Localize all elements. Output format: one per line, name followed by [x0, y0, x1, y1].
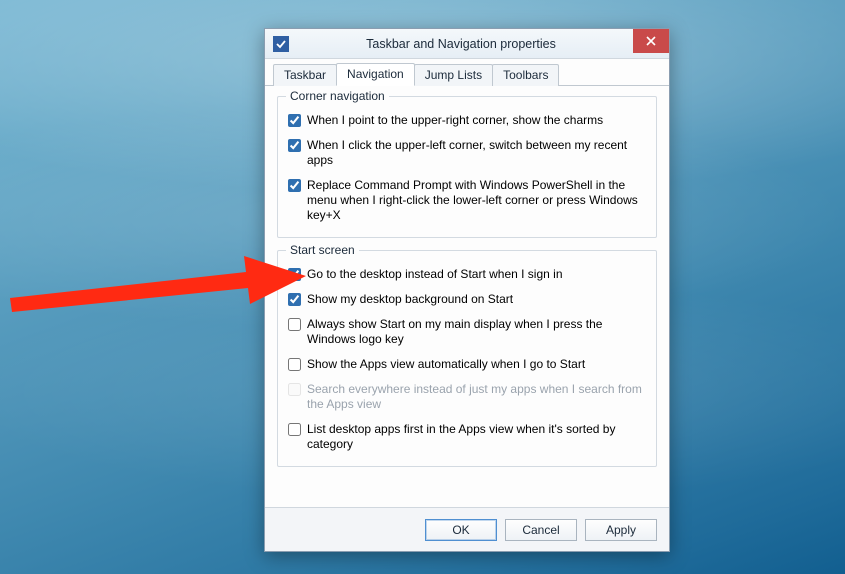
- checkbox-charms[interactable]: [288, 114, 301, 127]
- tab-navigation[interactable]: Navigation: [336, 63, 415, 86]
- tab-strip: Taskbar Navigation Jump Lists Toolbars: [265, 59, 669, 86]
- window-sysicon: [273, 36, 289, 52]
- group-start-screen: Start screen Go to the desktop instead o…: [277, 250, 657, 467]
- group-legend-start: Start screen: [286, 243, 359, 257]
- label-main-display: Always show Start on my main display whe…: [307, 317, 646, 347]
- checkbox-apps-view-auto[interactable]: [288, 358, 301, 371]
- label-powershell: Replace Command Prompt with Windows Powe…: [307, 178, 646, 223]
- option-main-display[interactable]: Always show Start on my main display whe…: [288, 317, 646, 347]
- checkbox-recent-apps[interactable]: [288, 139, 301, 152]
- option-powershell[interactable]: Replace Command Prompt with Windows Powe…: [288, 178, 646, 223]
- properties-window: Taskbar and Navigation properties Taskba…: [264, 28, 670, 552]
- checkbox-desktop-bg-on-start[interactable]: [288, 293, 301, 306]
- close-button[interactable]: [633, 29, 669, 53]
- label-recent-apps: When I click the upper-left corner, swit…: [307, 138, 646, 168]
- checkbox-main-display[interactable]: [288, 318, 301, 331]
- checkbox-powershell[interactable]: [288, 179, 301, 192]
- annotation-arrow-icon: [10, 256, 306, 316]
- label-search-everywhere: Search everywhere instead of just my app…: [307, 382, 646, 412]
- close-icon: [646, 36, 656, 46]
- option-search-everywhere: Search everywhere instead of just my app…: [288, 382, 646, 412]
- option-go-to-desktop[interactable]: Go to the desktop instead of Start when …: [288, 267, 646, 282]
- option-desktop-bg-on-start[interactable]: Show my desktop background on Start: [288, 292, 646, 307]
- apply-button[interactable]: Apply: [585, 519, 657, 541]
- group-legend-corner: Corner navigation: [286, 89, 389, 103]
- label-go-to-desktop: Go to the desktop instead of Start when …: [307, 267, 646, 282]
- cancel-button[interactable]: Cancel: [505, 519, 577, 541]
- option-apps-view-auto[interactable]: Show the Apps view automatically when I …: [288, 357, 646, 372]
- checkbox-list-desktop-first[interactable]: [288, 423, 301, 436]
- option-list-desktop-first[interactable]: List desktop apps first in the Apps view…: [288, 422, 646, 452]
- tab-jumplists[interactable]: Jump Lists: [414, 64, 493, 86]
- label-charms: When I point to the upper-right corner, …: [307, 113, 646, 128]
- label-apps-view-auto: Show the Apps view automatically when I …: [307, 357, 646, 372]
- checkbox-go-to-desktop[interactable]: [288, 268, 301, 281]
- window-title: Taskbar and Navigation properties: [289, 37, 669, 51]
- label-desktop-bg-on-start: Show my desktop background on Start: [307, 292, 646, 307]
- option-charms[interactable]: When I point to the upper-right corner, …: [288, 113, 646, 128]
- titlebar: Taskbar and Navigation properties: [265, 29, 669, 59]
- ok-button[interactable]: OK: [425, 519, 497, 541]
- tab-toolbars[interactable]: Toolbars: [492, 64, 559, 86]
- tab-taskbar[interactable]: Taskbar: [273, 64, 337, 86]
- dialog-button-bar: OK Cancel Apply: [265, 507, 669, 551]
- checkbox-search-everywhere: [288, 383, 301, 396]
- group-corner-navigation: Corner navigation When I point to the up…: [277, 96, 657, 238]
- option-recent-apps[interactable]: When I click the upper-left corner, swit…: [288, 138, 646, 168]
- label-list-desktop-first: List desktop apps first in the Apps view…: [307, 422, 646, 452]
- tab-body-navigation: Corner navigation When I point to the up…: [265, 86, 669, 507]
- desktop-background: Taskbar and Navigation properties Taskba…: [0, 0, 845, 574]
